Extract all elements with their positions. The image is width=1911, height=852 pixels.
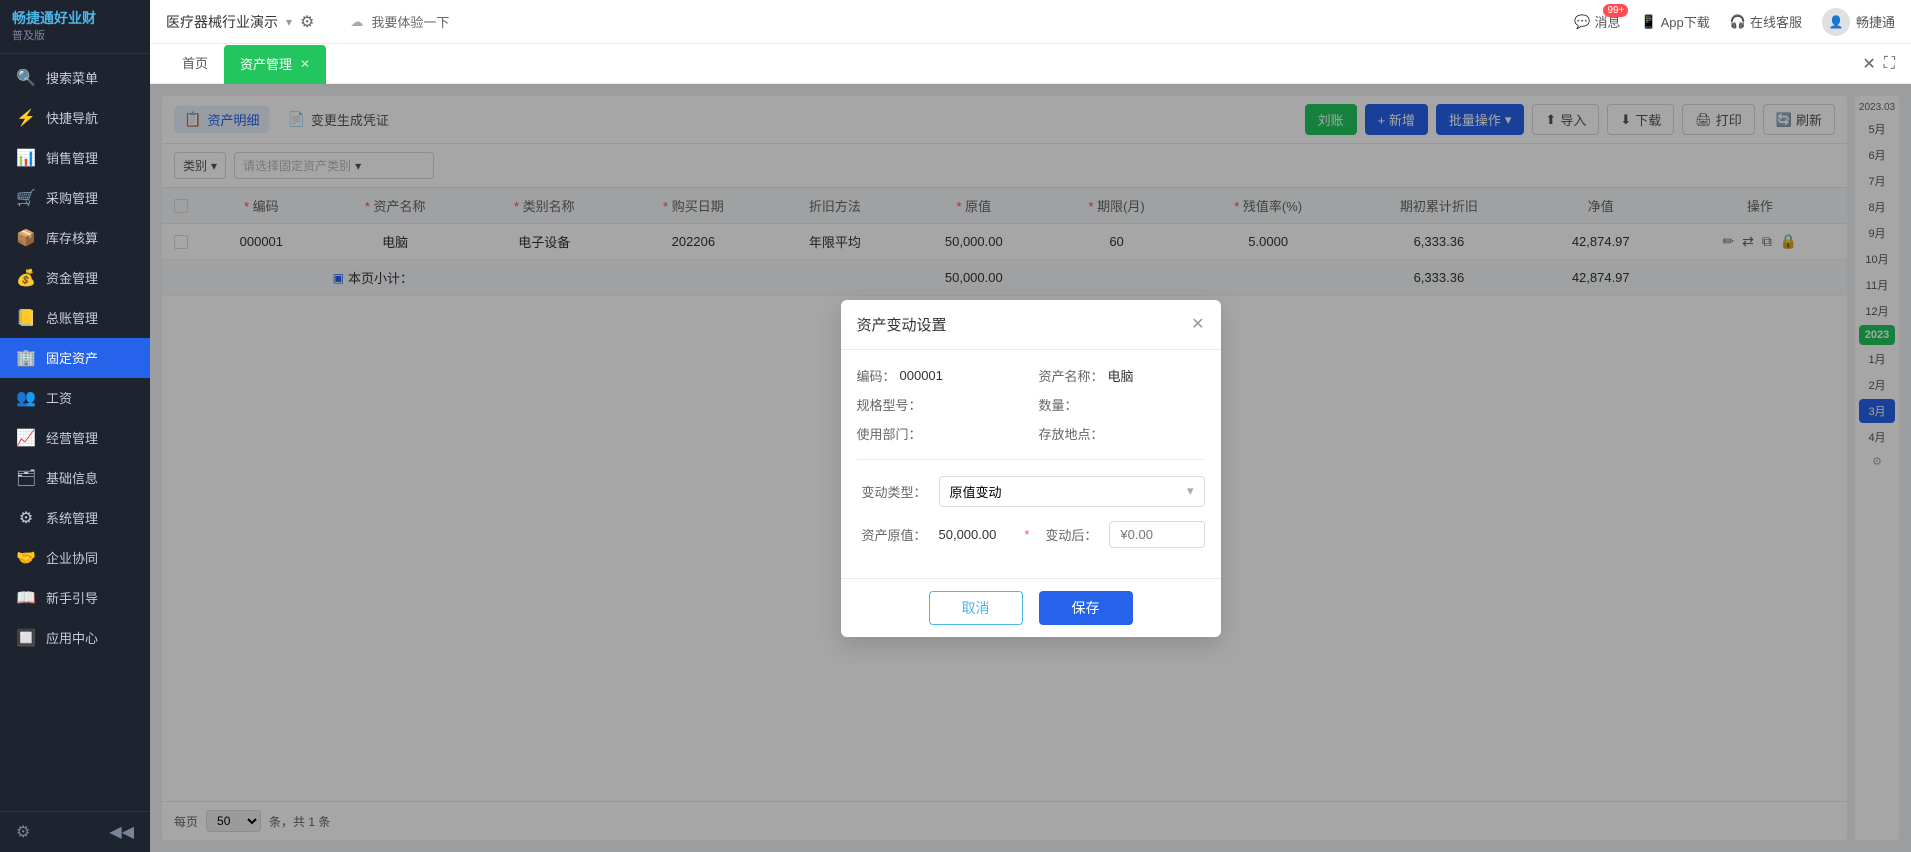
- modal-change-type-row: 变动类型： 原值变动 ▾: [857, 476, 1205, 507]
- modal-spec-field: 规格型号：: [857, 395, 1023, 414]
- content-area: 📋 资产明细 📄 变更生成凭证 刘账 + 新增 批量操作 ▾: [150, 84, 1911, 852]
- required-mark: *: [1024, 527, 1029, 542]
- modal-footer: 取消 保存: [841, 578, 1221, 637]
- online-service-button[interactable]: 🎧 在线客服: [1730, 12, 1802, 31]
- company-icon: 🤝: [16, 548, 36, 568]
- sidebar: 畅捷通好业财 普及版 🔍 搜索菜单 ⚡ 快捷导航 📊 销售管理 🛒 采购管理: [0, 0, 150, 852]
- app-logo: 畅捷通好业财 普及版: [12, 10, 96, 43]
- topbar-left: 医疗器械行业演示 ▾ ⚙ ☁ 我要体验一下: [166, 12, 449, 32]
- collapse-icon[interactable]: ◀◀: [109, 822, 134, 842]
- tab-close-window-icon[interactable]: ✕: [1862, 54, 1875, 74]
- modal-divider: [857, 459, 1205, 460]
- payroll-icon: 👥: [16, 388, 36, 408]
- sidebar-nav: 🔍 搜索菜单 ⚡ 快捷导航 📊 销售管理 🛒 采购管理 📦 库存核算 💰: [0, 54, 150, 811]
- sidebar-header: 畅捷通好业财 普及版: [0, 0, 150, 54]
- app-download-button[interactable]: 📱 App下载: [1640, 12, 1709, 31]
- message-button[interactable]: 💬 消息 99+: [1574, 12, 1620, 31]
- modal-save-button[interactable]: 保存: [1039, 591, 1133, 625]
- finance-icon: 💰: [16, 268, 36, 288]
- sidebar-item-finance[interactable]: 💰 资金管理: [0, 258, 150, 298]
- modal-quantity-field: 数量：: [1039, 395, 1205, 414]
- sidebar-item-sales[interactable]: 📊 销售管理: [0, 138, 150, 178]
- service-icon: 🎧: [1730, 14, 1746, 30]
- feedback-button[interactable]: 我要体验一下: [371, 12, 449, 31]
- message-badge: 99+: [1603, 4, 1628, 17]
- after-change-input: [1109, 521, 1204, 548]
- asset-value: 50,000.00: [939, 527, 997, 542]
- modal-body: 编码： 000001 资产名称： 电脑 规格型号：: [841, 350, 1221, 578]
- sidebar-item-apps[interactable]: 🔲 应用中心: [0, 618, 150, 658]
- sales-icon: 📊: [16, 148, 36, 168]
- tabbar: 首页 资产管理 ✕ ✕ ⛶: [150, 44, 1911, 84]
- tab-expand-controls: ✕ ⛶: [1862, 54, 1895, 74]
- modal-title: 资产变动设置: [857, 314, 947, 335]
- assets-icon: 🏢: [16, 348, 36, 368]
- sidebar-item-ledger[interactable]: 📒 总账管理: [0, 298, 150, 338]
- after-change-label: 变动后：: [1045, 525, 1097, 544]
- message-icon: 💬: [1574, 14, 1590, 30]
- modal-asset-value-row: 资产原值： 50,000.00 * 变动后：: [857, 521, 1205, 548]
- modal-asset-name-value: 电脑: [1108, 366, 1134, 385]
- asset-value-label: 资产原值：: [857, 525, 927, 544]
- modal-code-value: 000001: [900, 368, 943, 383]
- guide-icon: 📖: [16, 588, 36, 608]
- topbar: 医疗器械行业演示 ▾ ⚙ ☁ 我要体验一下 💬 消息 99+ 📱 App下载: [150, 0, 1911, 44]
- modal-location-field: 存放地点：: [1039, 424, 1205, 443]
- sidebar-item-quicknav[interactable]: ⚡ 快捷导航: [0, 98, 150, 138]
- modal-header: 资产变动设置 ✕: [841, 300, 1221, 350]
- sidebar-item-guide[interactable]: 📖 新手引导: [0, 578, 150, 618]
- inventory-icon: 📦: [16, 228, 36, 248]
- tab-home[interactable]: 首页: [166, 44, 224, 84]
- modal-asset-name-field: 资产名称： 电脑: [1039, 366, 1205, 385]
- sidebar-item-system[interactable]: ⚙ 系统管理: [0, 498, 150, 538]
- ledger-icon: 📒: [16, 308, 36, 328]
- change-type-value: 原值变动: [950, 482, 1002, 501]
- after-change-field[interactable]: [1120, 527, 1193, 542]
- modal-code-field: 编码： 000001: [857, 366, 1023, 385]
- change-type-arrow-icon: ▾: [1187, 483, 1194, 499]
- user-menu[interactable]: 👤 畅捷通: [1822, 8, 1895, 36]
- company-settings-icon[interactable]: ⚙: [300, 12, 314, 32]
- sidebar-item-purchase[interactable]: 🛒 采购管理: [0, 178, 150, 218]
- modal-info-grid: 编码： 000001 资产名称： 电脑 规格型号：: [857, 366, 1205, 443]
- settings-icon[interactable]: ⚙: [16, 822, 30, 842]
- username: 畅捷通: [1856, 12, 1895, 31]
- sidebar-item-operations[interactable]: 📈 经营管理: [0, 418, 150, 458]
- avatar: 👤: [1822, 8, 1850, 36]
- system-icon: ⚙: [16, 508, 36, 528]
- topbar-right: 💬 消息 99+ 📱 App下载 🎧 在线客服 👤 畅捷通: [1574, 8, 1895, 36]
- sidebar-item-payroll[interactable]: 👥 工资: [0, 378, 150, 418]
- operations-icon: 📈: [16, 428, 36, 448]
- change-type-label: 变动类型：: [857, 482, 927, 501]
- modal-department-field: 使用部门：: [857, 424, 1023, 443]
- sidebar-item-basic[interactable]: 🗂 基础信息: [0, 458, 150, 498]
- download-icon: 📱: [1640, 14, 1656, 30]
- company-name[interactable]: 医疗器械行业演示: [166, 12, 278, 32]
- company-dropdown-arrow[interactable]: ▾: [286, 15, 292, 29]
- modal-close-button[interactable]: ✕: [1191, 314, 1204, 334]
- main-area: 医疗器械行业演示 ▾ ⚙ ☁ 我要体验一下 💬 消息 99+ 📱 App下载: [150, 0, 1911, 852]
- sidebar-footer: ⚙ ◀◀: [0, 811, 150, 852]
- modal-overlay: 资产变动设置 ✕ 编码： 000001 资产名称： 电脑: [150, 84, 1911, 852]
- modal-cancel-button[interactable]: 取消: [929, 591, 1023, 625]
- basic-icon: 🗂: [16, 468, 36, 488]
- search-icon: 🔍: [16, 68, 36, 88]
- change-type-dropdown[interactable]: 原值变动 ▾: [939, 476, 1205, 507]
- sidebar-item-company[interactable]: 🤝 企业协同: [0, 538, 150, 578]
- sidebar-item-inventory[interactable]: 📦 库存核算: [0, 218, 150, 258]
- sidebar-item-assets[interactable]: 🏢 固定资产: [0, 338, 150, 378]
- apps-icon: 🔲: [16, 628, 36, 648]
- tab-maximize-icon[interactable]: ⛶: [1884, 55, 1895, 73]
- quicknav-icon: ⚡: [16, 108, 36, 128]
- cloud-icon: ☁: [350, 14, 363, 30]
- asset-change-modal: 资产变动设置 ✕ 编码： 000001 资产名称： 电脑: [841, 300, 1221, 637]
- tab-asset-management[interactable]: 资产管理 ✕: [224, 45, 326, 85]
- purchase-icon: 🛒: [16, 188, 36, 208]
- tab-close-icon[interactable]: ✕: [300, 57, 310, 71]
- sidebar-item-search[interactable]: 🔍 搜索菜单: [0, 58, 150, 98]
